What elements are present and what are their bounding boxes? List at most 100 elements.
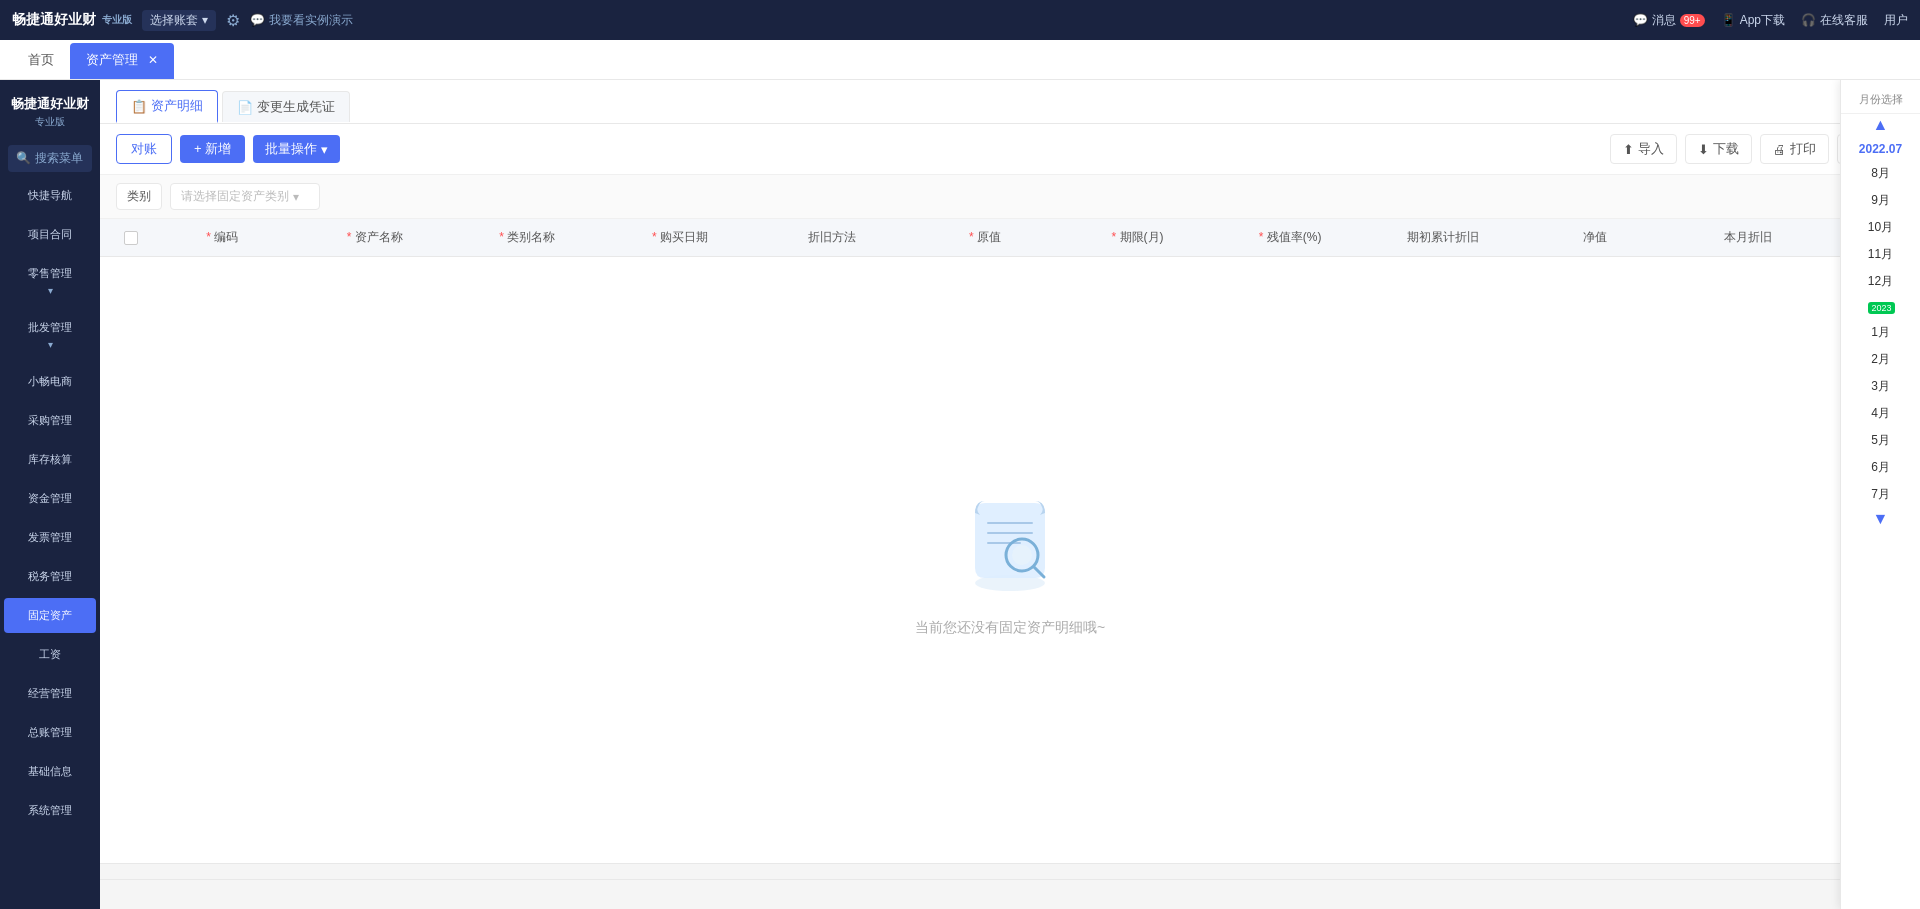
empty-text: 当前您还没有固定资产明细哦~ [915,619,1105,637]
sidebar-label-2: 批发管理 [28,320,72,335]
month-11[interactable]: 11月 [1841,241,1920,268]
month-2[interactable]: 2月 [1841,346,1920,373]
demo-link[interactable]: 💬 我要看实例演示 [250,12,353,29]
content-area: 📋 资产明细 📄 变更生成凭证 对账 + 新增 批量操作 ▾ ⬆ 导入 ⬇ [100,80,1920,909]
month-picker-panel: 月份选择 ▲ 2022.07 8月 9月 10月 11月 12月 2023 1月… [1840,80,1920,909]
sub-tab-icon-0: 📋 [131,99,147,114]
month-8[interactable]: 8月 [1841,160,1920,187]
sidebar-item-general-ledger[interactable]: 总账管理 [4,715,96,750]
sidebar-item-quick-nav[interactable]: 快捷导航 [4,178,96,213]
col-accumulated: 期初累计折旧 [1366,219,1519,256]
month-12[interactable]: 12月 [1841,268,1920,295]
top-bar: 畅捷通好业财 专业版 选择账套 ▾ ⚙ 💬 我要看实例演示 💬 消息 99+ 📱… [0,0,1920,40]
app-download-button[interactable]: 📱 App下载 [1721,12,1785,29]
tab-asset-label: 资产管理 [86,51,138,69]
category-placeholder: 请选择固定资产类别 [181,188,289,205]
batch-operations-button[interactable]: 批量操作 ▾ [253,135,340,163]
sidebar-item-ecommerce[interactable]: 小畅电商 [4,364,96,399]
sidebar-label-11: 经营管理 [28,686,72,701]
sidebar-label-1: 零售管理 [28,266,72,281]
online-service-button[interactable]: 🎧 在线客服 [1801,12,1868,29]
month-6[interactable]: 6月 [1841,454,1920,481]
chevron-down-icon-filter: ▾ [293,190,299,204]
app-title: 畅捷通好业财 [12,11,96,29]
demo-text: 我要看实例演示 [269,12,353,29]
user-button[interactable]: 用户 [1884,12,1908,29]
sidebar-label-0: 项目合同 [28,227,72,242]
download-button[interactable]: ⬇ 下载 [1685,134,1752,164]
download-label: 下载 [1713,140,1739,158]
month-7[interactable]: 7月 [1841,481,1920,508]
reconcile-button[interactable]: 对账 [116,134,172,164]
empty-state: 当前您还没有固定资产明细哦~ [100,257,1920,863]
sidebar-item-system[interactable]: 系统管理 [4,793,96,828]
sidebar-item-purchase[interactable]: 采购管理 [4,403,96,438]
demo-icon: 💬 [250,13,265,27]
sidebar-item-tax[interactable]: 税务管理 [4,559,96,594]
sub-tabs: 📋 资产明细 📄 变更生成凭证 [100,80,1920,124]
toolbar: 对账 + 新增 批量操作 ▾ ⬆ 导入 ⬇ 下载 🖨 打印 ↻ 刷新 [100,124,1920,175]
tab-asset-management[interactable]: 资产管理 ✕ [70,43,174,79]
col-buy-date: 购买日期 [604,219,757,256]
sidebar-item-invoice[interactable]: 发票管理 [4,520,96,555]
col-net-value: 净值 [1519,219,1672,256]
sub-tab-asset-detail[interactable]: 📋 资产明细 [116,90,218,123]
print-button[interactable]: 🖨 打印 [1760,134,1829,164]
account-selector[interactable]: 选择账套 ▾ [142,10,216,31]
add-button[interactable]: + 新增 [180,135,245,163]
sidebar-item-inventory[interactable]: 库存核算 [4,442,96,477]
message-label: 消息 [1652,12,1676,29]
sub-tab-voucher-gen[interactable]: 📄 变更生成凭证 [222,91,350,122]
horizontal-scrollbar[interactable] [100,863,1920,879]
sidebar-label-4: 采购管理 [28,413,72,428]
nav-tabs: 首页 资产管理 ✕ [0,40,1920,80]
filter-row: 类别 请选择固定资产类别 ▾ [100,175,1920,219]
sidebar-item-retail[interactable]: 零售管理 ▾ [4,256,96,306]
sidebar-item-fixed-assets[interactable]: 固定资产 [4,598,96,633]
month-9[interactable]: 9月 [1841,187,1920,214]
table-header: 编码 资产名称 类别名称 购买日期 折旧方法 原值 期限(月) 残值率(%) 期… [100,219,1920,257]
main-layout: 畅捷通好业财 专业版 🔍 搜索菜单 快捷导航 项目合同 零售管理 ▾ 批发管理 … [0,80,1920,909]
sub-tab-icon-1: 📄 [237,100,253,115]
sidebar-label-14: 系统管理 [28,803,72,818]
print-icon: 🖨 [1773,142,1786,157]
print-label: 打印 [1790,140,1816,158]
chevron-down-icon: ▾ [202,13,208,27]
message-button[interactable]: 💬 消息 99+ [1633,12,1705,29]
tab-close-icon[interactable]: ✕ [148,53,158,67]
sidebar-item-salary[interactable]: 工资 [4,637,96,672]
sidebar-item-basic-info[interactable]: 基础信息 [4,754,96,789]
month-4[interactable]: 4月 [1841,400,1920,427]
category-select[interactable]: 请选择固定资产类别 ▾ [170,183,320,210]
app-label: App下载 [1740,12,1785,29]
year-2023-badge: 2023 [1841,295,1920,319]
col-category: 类别名称 [451,219,604,256]
app-brand: 畅捷通好业财 专业版 [12,11,132,29]
chevron-right-icon: ▾ [48,285,53,296]
sidebar-item-wholesale[interactable]: 批发管理 ▾ [4,310,96,360]
select-all-checkbox[interactable] [116,221,146,255]
sidebar-label-9: 固定资产 [28,608,72,623]
col-name: 资产名称 [299,219,452,256]
sidebar-logo: 畅捷通好业财 专业版 [0,80,100,137]
mobile-icon: 📱 [1721,13,1736,27]
sidebar-item-operations[interactable]: 经营管理 [4,676,96,711]
search-menu-button[interactable]: 🔍 搜索菜单 [8,145,92,172]
sidebar-item-project-contract[interactable]: 项目合同 [4,217,96,252]
sidebar-app-name: 畅捷通好业财 [8,96,92,113]
sidebar: 畅捷通好业财 专业版 🔍 搜索菜单 快捷导航 项目合同 零售管理 ▾ 批发管理 … [0,80,100,909]
month-10[interactable]: 10月 [1841,214,1920,241]
month-picker-down-arrow[interactable]: ▼ [1873,508,1889,530]
sidebar-item-finance[interactable]: 资金管理 [4,481,96,516]
month-3[interactable]: 3月 [1841,373,1920,400]
import-button[interactable]: ⬆ 导入 [1610,134,1677,164]
checkbox-all[interactable] [124,231,138,245]
month-picker-up-arrow[interactable]: ▲ [1873,114,1889,136]
selector-text: 选择账套 [150,12,198,29]
col-monthly: 本月折旧 [1671,219,1824,256]
chevron-right-icon-2: ▾ [48,339,53,350]
month-5[interactable]: 5月 [1841,427,1920,454]
month-1[interactable]: 1月 [1841,319,1920,346]
tab-home[interactable]: 首页 [12,43,70,79]
settings-icon[interactable]: ⚙ [226,11,240,30]
